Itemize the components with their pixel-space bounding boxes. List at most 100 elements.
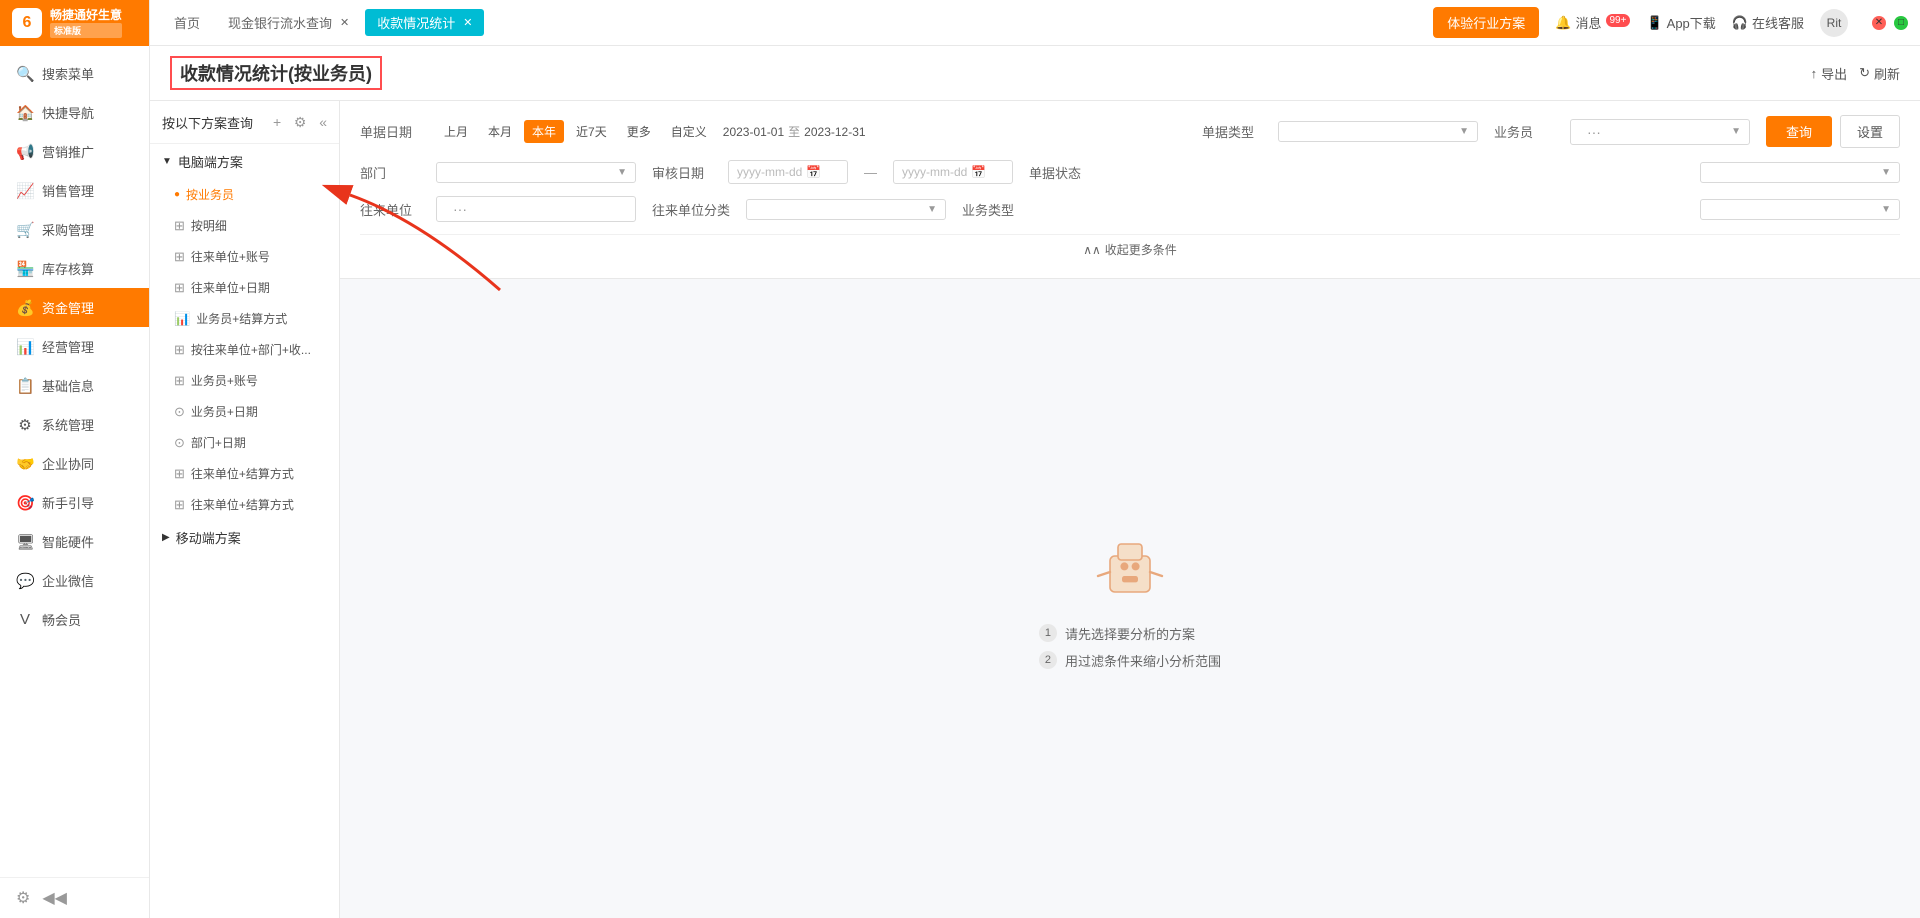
- scheme-icon-dd: ⊙: [174, 435, 185, 451]
- date-tab-thisyear[interactable]: 本年: [524, 120, 564, 143]
- scheme-item-salesman-account[interactable]: ⊞ 业务员+账号: [150, 365, 339, 396]
- scheme-icon-pd: ⊞: [174, 280, 185, 296]
- scheme-icon-ps2: ⊞: [174, 497, 185, 513]
- partner-more[interactable]: ···: [449, 201, 471, 217]
- app-download-item[interactable]: 📱 App下载: [1646, 13, 1715, 32]
- add-scheme-button[interactable]: +: [273, 114, 281, 130]
- user-avatar-item[interactable]: Rit: [1820, 9, 1848, 37]
- scheme-item-partner-dept[interactable]: ⊞ 按往来单位+部门+收...: [150, 334, 339, 365]
- sidebar-item-enterprise[interactable]: 🤝 企业协同: [0, 444, 149, 483]
- partner-type-select[interactable]: ▼: [746, 199, 946, 220]
- collapse-sidebar-icon[interactable]: ◀◀: [42, 888, 67, 908]
- logo-icon: 6: [12, 8, 42, 38]
- window-expand-btn[interactable]: □: [1894, 16, 1908, 30]
- tab-receipt-stats[interactable]: 收款情况统计 ✕: [365, 9, 484, 36]
- scheme-item-partner-settle1[interactable]: ⊞ 往来单位+结算方式: [150, 458, 339, 489]
- sidebar-item-guide[interactable]: 🎯 新手引导: [0, 483, 149, 522]
- date-label: 单据日期: [360, 122, 420, 141]
- sidebar-item-search[interactable]: 🔍 搜索菜单: [0, 54, 149, 93]
- vip-icon: V: [16, 611, 34, 628]
- bell-icon: 🔔: [1555, 15, 1571, 31]
- scheme-gear-button[interactable]: ⚙: [289, 111, 311, 133]
- trial-button[interactable]: 体验行业方案: [1433, 7, 1539, 38]
- top-nav: 首页 现金银行流水查询 ✕ 收款情况统计 ✕ 体验行业方案 🔔 消息 99+ 📱…: [150, 0, 1920, 46]
- quicknav-icon: 🏠: [16, 104, 34, 122]
- page-header: 收款情况统计(按业务员) ↑ 导出 ↻ 刷新: [150, 46, 1920, 101]
- online-service-item[interactable]: 🎧 在线客服: [1732, 13, 1804, 32]
- scheme-item-partner-date[interactable]: ⊞ 往来单位+日期: [150, 272, 339, 303]
- tab-home[interactable]: 首页: [162, 9, 212, 36]
- filter-area: 单据日期 上月 本月 本年 近7天 更多 自定义 2023-01-01 至: [340, 101, 1920, 279]
- base-icon: 📋: [16, 377, 34, 395]
- partner-type-label: 往来单位分类: [652, 200, 730, 219]
- window-close-btn[interactable]: ✕: [1872, 16, 1886, 30]
- logo-text: 畅捷通好生意: [50, 8, 122, 22]
- date-tab-more[interactable]: 更多: [619, 120, 659, 143]
- scheme-item-salesman-date[interactable]: ⊙ 业务员+日期: [150, 396, 339, 427]
- sidebar-item-marketing[interactable]: 📢 营销推广: [0, 132, 149, 171]
- marketing-icon: 📢: [16, 143, 34, 161]
- tab-receipt-close[interactable]: ✕: [463, 16, 472, 29]
- sidebar-item-vip[interactable]: V 畅会员: [0, 600, 149, 639]
- date-tab-lastmonth[interactable]: 上月: [436, 120, 476, 143]
- purchase-icon: 🛒: [16, 221, 34, 239]
- date-tab-7days[interactable]: 近7天: [568, 120, 615, 143]
- export-icon: ↑: [1811, 66, 1818, 81]
- empty-tip-2: 2 用过滤条件来缩小分析范围: [1039, 651, 1221, 670]
- sidebar-item-purchase[interactable]: 🛒 采购管理: [0, 210, 149, 249]
- biz-type-label: 业务类型: [962, 200, 1022, 219]
- scheme-item-detail[interactable]: ⊞ 按明细: [150, 210, 339, 241]
- settings-button[interactable]: 设置: [1840, 115, 1900, 148]
- salesman-select[interactable]: ··· ▼: [1570, 119, 1750, 145]
- dept-select[interactable]: ▼: [436, 162, 636, 183]
- biz-type-select[interactable]: ▼: [1700, 199, 1900, 220]
- date-tab-thismonth[interactable]: 本月: [480, 120, 520, 143]
- sidebar-item-inventory[interactable]: 🏪 库存核算: [0, 249, 149, 288]
- partner-select[interactable]: ···: [436, 196, 636, 222]
- scheme-icon-sdate: ⊙: [174, 404, 185, 420]
- scheme-icon-sacct: ⊞: [174, 373, 185, 389]
- scheme-item-partner-settle2[interactable]: ⊞ 往来单位+结算方式: [150, 489, 339, 520]
- sidebar-item-operations[interactable]: 📊 经营管理: [0, 327, 149, 366]
- sidebar: 6 畅捷通好生意 标准版 🔍 搜索菜单 🏠 快捷导航 📢 营销推广 📈 销售管理…: [0, 0, 150, 918]
- date-tabs: 上月 本月 本年 近7天 更多 自定义: [436, 120, 715, 143]
- sidebar-item-base[interactable]: 📋 基础信息: [0, 366, 149, 405]
- scheme-header-actions: + ⚙ «: [273, 111, 327, 133]
- sidebar-item-sales[interactable]: 📈 销售管理: [0, 171, 149, 210]
- review-date-label: 审核日期: [652, 163, 712, 182]
- sidebar-logo: 6 畅捷通好生意 标准版: [0, 0, 149, 46]
- sidebar-item-finance[interactable]: 💰 资金管理: [0, 288, 149, 327]
- sidebar-item-hardware[interactable]: 🖥 智能硬件: [0, 522, 149, 561]
- date-tab-custom[interactable]: 自定义: [663, 120, 715, 143]
- top-nav-right: 体验行业方案 🔔 消息 99+ 📱 App下载 🎧 在线客服 Rit ✕ □: [1433, 7, 1908, 38]
- sidebar-item-system[interactable]: ⚙ 系统管理: [0, 405, 149, 444]
- settings-bottom-icon[interactable]: ⚙: [16, 888, 30, 908]
- scheme-item-salesman-settle[interactable]: 📊 业务员+结算方式: [150, 303, 339, 334]
- scheme-group-mobile-title[interactable]: ▶ 移动端方案: [150, 520, 339, 555]
- salesman-more[interactable]: ···: [1583, 124, 1605, 140]
- page-title: 收款情况统计(按业务员): [170, 56, 382, 90]
- query-button[interactable]: 查询: [1766, 116, 1832, 147]
- wechat-icon: 💬: [16, 572, 34, 590]
- scheme-item-dept-date[interactable]: ⊙ 部门+日期: [150, 427, 339, 458]
- sidebar-item-wechat[interactable]: 💬 企业微信: [0, 561, 149, 600]
- review-date-to[interactable]: yyyy-mm-dd 📅: [893, 160, 1013, 184]
- dept-arrow: ▼: [617, 167, 627, 178]
- salesman-label: 业务员: [1494, 122, 1554, 141]
- tab-bank-flow[interactable]: 现金银行流水查询 ✕: [216, 9, 361, 36]
- scheme-group-pc-title[interactable]: ▼ 电脑端方案: [150, 144, 339, 179]
- messages-item[interactable]: 🔔 消息 99+: [1555, 13, 1630, 32]
- refresh-button[interactable]: ↻ 刷新: [1859, 64, 1900, 83]
- tab-bank-close[interactable]: ✕: [340, 16, 349, 29]
- sidebar-item-quicknav[interactable]: 🏠 快捷导航: [0, 93, 149, 132]
- date-control: 上月 本月 本年 近7天 更多 自定义 2023-01-01 至 2023-12…: [436, 120, 1186, 143]
- doctype-select[interactable]: ▼: [1278, 121, 1478, 142]
- scheme-item-partner-account[interactable]: ⊞ 往来单位+账号: [150, 241, 339, 272]
- export-button[interactable]: ↑ 导出: [1811, 64, 1848, 83]
- collapse-filter-button[interactable]: ∧∧ 收起更多条件: [360, 234, 1900, 264]
- biz-type-arrow: ▼: [1881, 204, 1891, 215]
- scheme-item-salesman[interactable]: ● 按业务员: [150, 179, 339, 210]
- doc-status-select[interactable]: ▼: [1700, 162, 1900, 183]
- review-date-from[interactable]: yyyy-mm-dd 📅: [728, 160, 848, 184]
- collapse-scheme-button[interactable]: «: [319, 114, 327, 130]
